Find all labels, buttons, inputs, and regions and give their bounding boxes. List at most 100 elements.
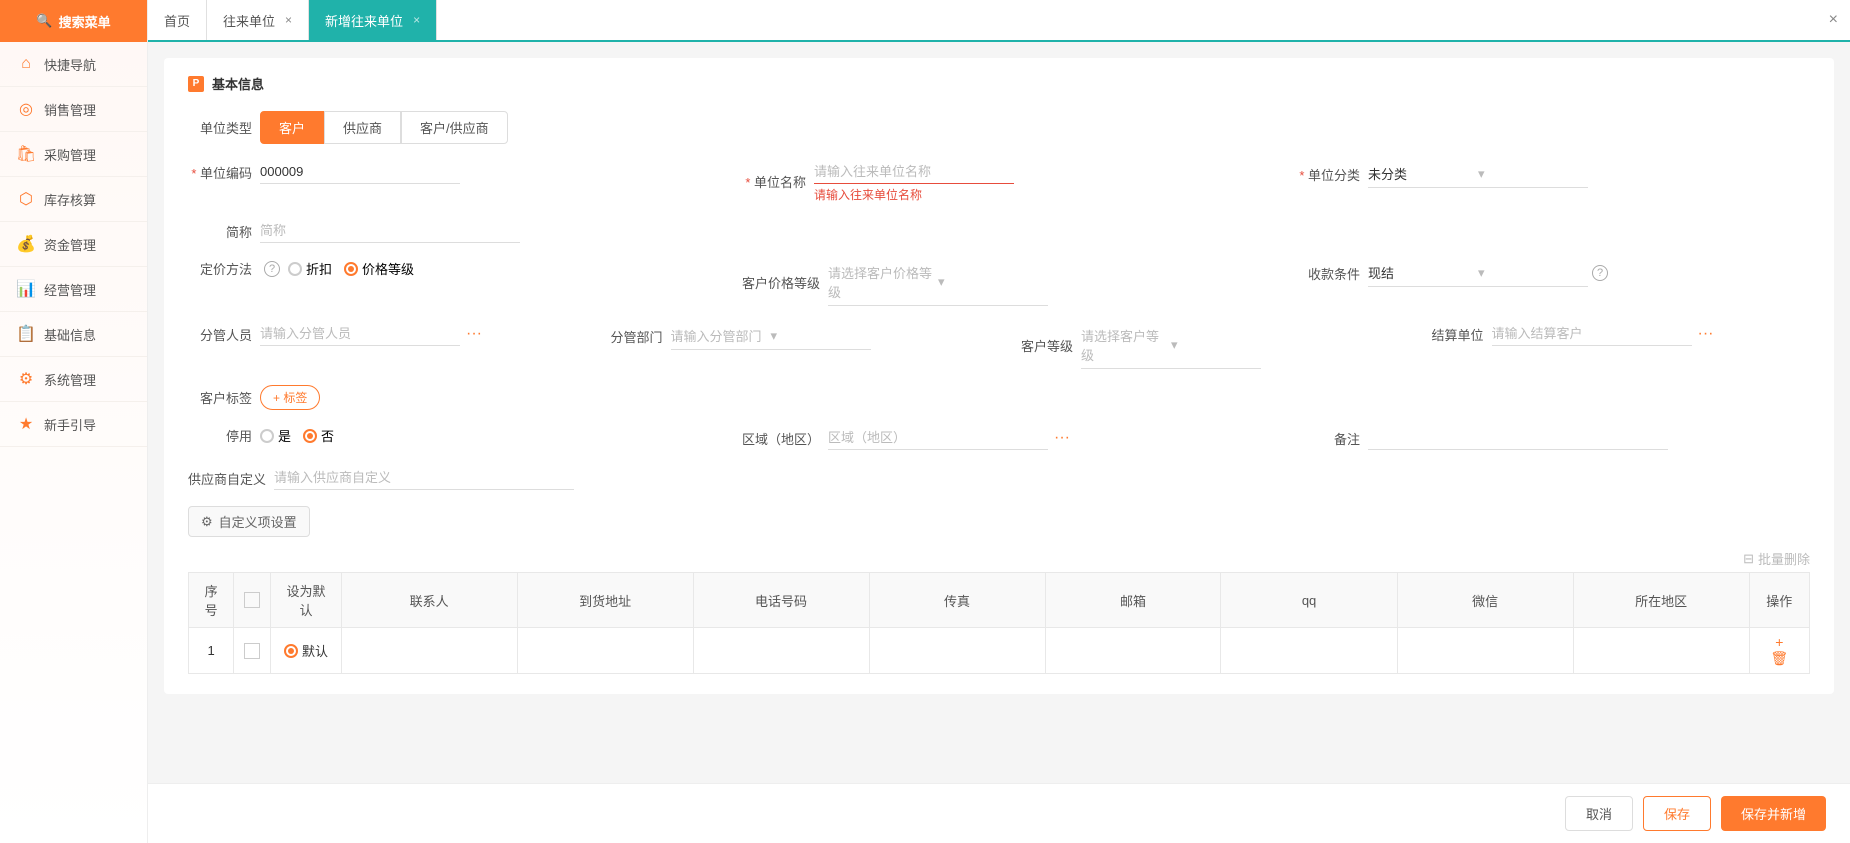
cell-wechat[interactable] — [1397, 628, 1573, 674]
cancel-button[interactable]: 取消 — [1565, 796, 1633, 831]
unit-category-select[interactable]: 未分类 ▾ — [1368, 160, 1588, 188]
unit-name-label: 单位名称 — [742, 172, 806, 191]
default-radio-circle — [284, 644, 298, 658]
custom-settings-btn[interactable]: ⚙ 自定义项设置 — [188, 506, 310, 537]
field-unit-code: 单位编码 — [188, 160, 702, 184]
close-all-tabs[interactable]: × — [1817, 0, 1850, 40]
payment-terms-select[interactable]: 现结 ▾ — [1368, 259, 1588, 287]
field-customer-level: 客户等级 请选择客户等级 ▾ — [1009, 322, 1400, 369]
batch-delete-icon: ⊟ — [1743, 551, 1754, 567]
cell-phone[interactable] — [693, 628, 869, 674]
pt-label: 收款条件 — [1296, 264, 1360, 283]
sidebar-item-quick-nav[interactable]: ⌂ 快捷导航 — [0, 42, 147, 87]
row-delete-btn[interactable]: 🗑 — [1770, 650, 1788, 666]
field-settlement-unit: 结算单位 ··· — [1420, 322, 1811, 346]
btn-customer[interactable]: 客户 — [260, 111, 324, 144]
pricing-help-icon[interactable]: ? — [264, 261, 280, 277]
su-label: 结算单位 — [1420, 325, 1484, 344]
settlement-unit-input[interactable] — [1492, 322, 1692, 346]
sidebar-item-basic-info[interactable]: 📋 基础信息 — [0, 312, 147, 357]
col-location: 所在地区 — [1573, 573, 1749, 628]
chevron-dept-icon: ▾ — [771, 328, 871, 344]
cell-row-action: + 🗑 — [1749, 628, 1809, 674]
add-tag-btn[interactable]: + 标签 — [260, 385, 320, 410]
shortname-input[interactable] — [260, 219, 520, 243]
row-supplier-custom: 供应商自定义 — [188, 466, 1810, 490]
sidebar-item-purchase[interactable]: 🛍 采购管理 — [0, 132, 147, 177]
sidebar-item-system[interactable]: ⚙ 系统管理 — [0, 357, 147, 402]
unit-code-input[interactable] — [260, 160, 460, 184]
supplier-custom-input[interactable] — [274, 466, 574, 490]
pricing-label: 定价方法 — [188, 259, 252, 278]
location-input[interactable] — [1584, 643, 1739, 658]
sidebar-item-operations[interactable]: 📊 经营管理 — [0, 267, 147, 312]
field-customer-tag: 客户标签 + 标签 — [188, 385, 1810, 410]
tab-partner-close[interactable]: × — [285, 13, 292, 27]
payment-help-icon[interactable]: ? — [1592, 265, 1608, 281]
unit-type-field: 单位类型 客户 供应商 客户/供应商 — [188, 111, 1810, 144]
gear-icon: ⚙ — [201, 514, 213, 530]
customer-level-select[interactable]: 请选择客户等级 ▾ — [1081, 322, 1261, 369]
manager-more-btn[interactable]: ··· — [466, 325, 482, 343]
wechat-input[interactable] — [1408, 643, 1563, 658]
qq-input[interactable] — [1231, 643, 1386, 658]
btn-both[interactable]: 客户/供应商 — [401, 111, 508, 144]
dept-select[interactable]: 请输入分管部门 ▾ — [671, 322, 871, 350]
chevron-icon: ▾ — [1478, 166, 1588, 182]
col-default: 设为默认 — [271, 573, 341, 628]
col-wechat: 微信 — [1397, 573, 1573, 628]
col-fax: 传真 — [869, 573, 1045, 628]
fax-input[interactable] — [880, 643, 1035, 658]
save-button[interactable]: 保存 — [1643, 796, 1711, 831]
settlement-more-btn[interactable]: ··· — [1698, 325, 1714, 343]
sidebar-item-finance[interactable]: 💰 资金管理 — [0, 222, 147, 267]
region-more-btn[interactable]: ··· — [1054, 429, 1070, 447]
row-pricing: 定价方法 ? 折扣 价格等级 客户价格等级 — [188, 259, 1810, 306]
sidebar-search[interactable]: 🔍 搜索菜单 — [0, 0, 147, 42]
sidebar-item-guide[interactable]: ★ 新手引导 — [0, 402, 147, 447]
sidebar-item-sales[interactable]: ◎ 销售管理 — [0, 87, 147, 132]
cell-email[interactable] — [1045, 628, 1221, 674]
cell-location[interactable] — [1573, 628, 1749, 674]
row-add-btn[interactable]: + — [1775, 634, 1783, 650]
phone-input[interactable] — [704, 643, 859, 658]
save-and-new-button[interactable]: 保存并新增 — [1721, 796, 1826, 831]
remark-input[interactable] — [1368, 426, 1668, 450]
row-checkbox[interactable] — [244, 643, 260, 659]
tab-new-partner[interactable]: 新增往来单位 × — [309, 0, 437, 40]
customer-price-level-select[interactable]: 请选择客户价格等级 ▾ — [828, 259, 1048, 306]
radio-discount[interactable]: 折扣 — [288, 259, 332, 278]
region-label: 区域（地区） — [742, 429, 820, 448]
cpl-label: 客户价格等级 — [742, 273, 820, 292]
row-shortname: 简称 — [188, 219, 1810, 243]
unit-type-row: 单位类型 客户 供应商 客户/供应商 — [188, 111, 1810, 144]
address-input[interactable] — [528, 643, 683, 658]
unit-name-input[interactable] — [814, 160, 1014, 184]
tab-partner[interactable]: 往来单位 × — [207, 0, 309, 40]
contact-input[interactable] — [352, 643, 507, 658]
manager-label: 分管人员 — [188, 325, 252, 344]
btn-supplier[interactable]: 供应商 — [324, 111, 401, 144]
radio-price-level[interactable]: 价格等级 — [344, 259, 414, 278]
manager-input[interactable] — [260, 322, 460, 346]
form-card: P 基本信息 单位类型 客户 供应商 客户/供应商 单位编码 — [164, 58, 1834, 694]
row-code-name-category: 单位编码 单位名称 请输入往来单位名称 单位分类 未分类 ▾ — [188, 160, 1810, 203]
radio-no[interactable]: 否 — [303, 426, 334, 445]
cell-contact[interactable] — [341, 628, 517, 674]
batch-delete-label[interactable]: 批量删除 — [1758, 549, 1810, 568]
tab-new-partner-close[interactable]: × — [413, 13, 420, 27]
region-input[interactable] — [828, 426, 1048, 450]
radio-yes[interactable]: 是 — [260, 426, 291, 445]
cell-address[interactable] — [517, 628, 693, 674]
col-seq: 序号 — [189, 573, 234, 628]
contacts-table: 序号 设为默认 联系人 到货地址 电话号码 传真 邮箱 qq 微信 所在地区 操… — [188, 572, 1810, 674]
flag-icon: P — [188, 76, 204, 92]
cell-fax[interactable] — [869, 628, 1045, 674]
email-input[interactable] — [1056, 643, 1211, 658]
sidebar-item-inventory[interactable]: ⬡ 库存核算 — [0, 177, 147, 222]
select-all-checkbox[interactable] — [244, 592, 260, 608]
field-disable: 停用 是 否 — [188, 426, 702, 445]
cell-qq[interactable] — [1221, 628, 1397, 674]
row-default-radio[interactable]: 默认 — [281, 641, 330, 660]
tab-home[interactable]: 首页 — [148, 0, 207, 40]
